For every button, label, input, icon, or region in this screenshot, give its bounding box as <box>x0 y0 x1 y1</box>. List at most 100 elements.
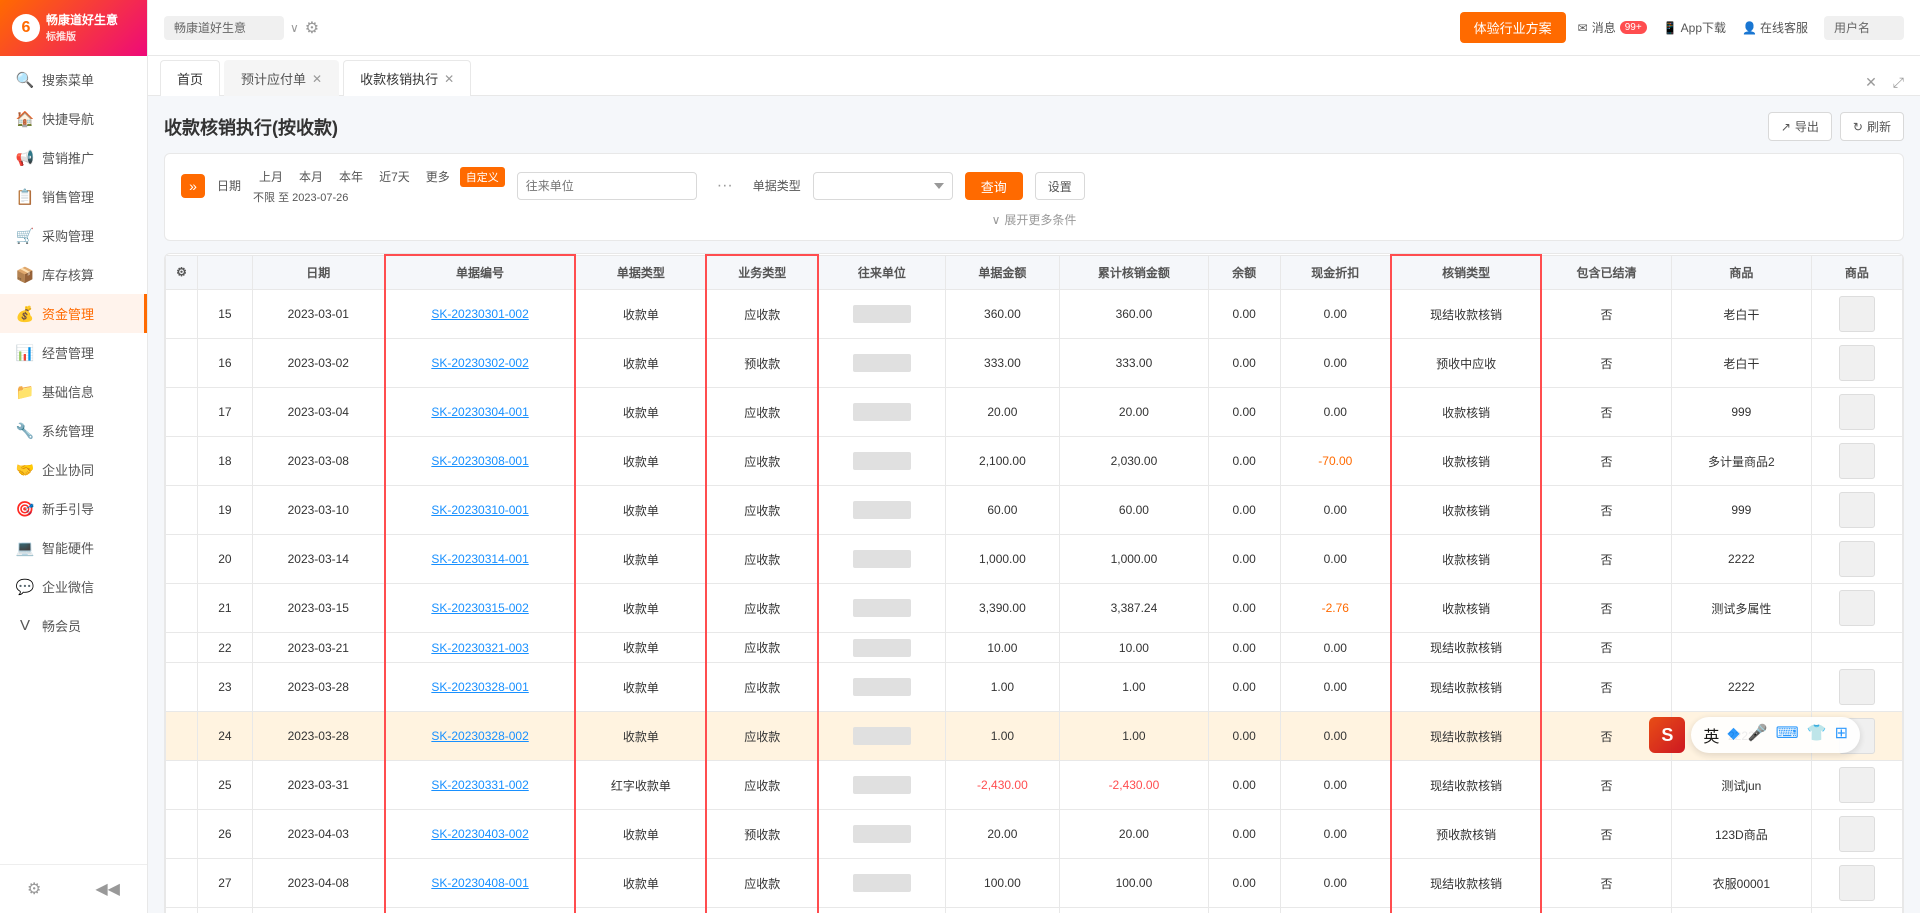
td-index: 28 <box>198 908 253 913</box>
sidebar-item-inventory[interactable]: 📦库存核算 <box>0 255 147 294</box>
watermark-icon-shirt[interactable]: 👕 <box>1807 723 1827 747</box>
sidebar-item-purchase[interactable]: 🛒采购管理 <box>0 216 147 255</box>
watermark-icon-keyboard[interactable]: ⌨ <box>1776 723 1799 747</box>
sidebar-item-member[interactable]: V畅会员 <box>0 606 147 645</box>
filter-voucher-type-select[interactable] <box>813 172 953 200</box>
watermark-icon-ying[interactable]: 英 <box>1703 723 1719 747</box>
tab-prepay-close-icon[interactable]: ✕ <box>312 72 322 86</box>
filter-date-more[interactable]: 更多 <box>420 166 456 187</box>
td-balance: 0.00 <box>1208 663 1280 712</box>
tab-expand-icon[interactable]: ⤢ <box>1889 70 1908 95</box>
filter-date-custom[interactable]: 自定义 <box>460 167 505 187</box>
app-logo: 6 畅康道好生意 标推版 <box>0 0 147 56</box>
sidebar-item-guide[interactable]: 🎯新手引导 <box>0 489 147 528</box>
doc-no-link[interactable]: SK-20230314-001 <box>431 552 528 566</box>
td-doc-type: 收款单 <box>575 908 706 913</box>
td-partner: ████ <box>818 712 945 761</box>
filter-setting-button[interactable]: 设置 <box>1035 172 1085 200</box>
filter-date-this-year[interactable]: 本年 <box>333 166 369 187</box>
sidebar-icon-finance: 💰 <box>16 305 34 323</box>
watermark-icon-mic[interactable]: 🎤 <box>1748 723 1768 747</box>
sidebar-item-finance[interactable]: 💰资金管理 <box>0 294 147 333</box>
column-settings-icon[interactable]: ⚙ <box>176 265 187 279</box>
filter-dots[interactable]: ··· <box>717 177 733 195</box>
doc-no-link[interactable]: SK-20230408-001 <box>431 876 528 890</box>
sidebar-item-enterprise[interactable]: 🤝企业协同 <box>0 450 147 489</box>
tab-current-close-icon[interactable]: ✕ <box>444 72 454 86</box>
td-index: 22 <box>198 633 253 663</box>
sidebar-item-wechat[interactable]: 💬企业微信 <box>0 567 147 606</box>
topbar-settings-icon[interactable]: ⚙ <box>305 18 319 38</box>
td-doc-type: 收款单 <box>575 437 706 486</box>
filter-date-this-month[interactable]: 本月 <box>293 166 329 187</box>
sidebar-item-search[interactable]: 🔍搜索菜单 <box>0 60 147 99</box>
filter-date-last-month[interactable]: 上月 <box>253 166 289 187</box>
td-amount: 1.00 <box>945 712 1060 761</box>
tab-prepay[interactable]: 预计应付单 ✕ <box>224 60 339 96</box>
td-include-settled: 否 <box>1541 633 1671 663</box>
sidebar-item-quick-nav[interactable]: 🏠快捷导航 <box>0 99 147 138</box>
doc-no-link[interactable]: SK-20230302-002 <box>431 356 528 370</box>
topbar-user[interactable]: 用户名 <box>1824 16 1904 40</box>
sidebar-item-hardware[interactable]: 💻智能硬件 <box>0 528 147 567</box>
tab-current[interactable]: 收款核销执行 ✕ <box>343 60 471 96</box>
partner-masked: ████ <box>853 678 911 696</box>
topbar-message[interactable]: ✉ 消息 99+ <box>1578 19 1647 36</box>
td-write-off-amount: 60.00 <box>1060 486 1209 535</box>
settings-bottom-icon[interactable]: ⚙ <box>21 873 47 905</box>
td-settings <box>166 859 198 908</box>
industry-solution-button[interactable]: 体验行业方案 <box>1460 12 1566 43</box>
export-button[interactable]: ↗ 导出 <box>1768 112 1832 141</box>
sidebar-icon-purchase: 🛒 <box>16 227 34 245</box>
td-write-off-amount: 3,387.24 <box>1060 584 1209 633</box>
tab-receipt-write-off[interactable]: 首页 <box>160 60 220 96</box>
th-doc-no: 单据编号 <box>385 255 576 290</box>
th-settings[interactable]: ⚙ <box>166 255 198 290</box>
page-title: 收款核销执行(按收款) <box>164 114 338 140</box>
doc-no-link[interactable]: SK-20230304-001 <box>431 405 528 419</box>
td-biz-type: 应收款 <box>706 712 818 761</box>
td-product-img <box>1811 290 1902 339</box>
td-write-off-amount: 1.00 <box>1060 712 1209 761</box>
td-product: 老白干 <box>1671 339 1811 388</box>
watermark-icon-grid[interactable]: ⊞ <box>1835 723 1848 747</box>
sidebar-item-system[interactable]: 🔧系统管理 <box>0 411 147 450</box>
doc-no-link[interactable]: SK-20230403-002 <box>431 827 528 841</box>
td-product-img <box>1811 633 1902 663</box>
sidebar-item-operation[interactable]: 📊经营管理 <box>0 333 147 372</box>
partner-masked: ████ <box>853 403 911 421</box>
filter-partner-input[interactable] <box>517 172 697 200</box>
td-product <box>1671 633 1811 663</box>
doc-no-link[interactable]: SK-20230310-001 <box>431 503 528 517</box>
td-biz-type: 应收款 <box>706 859 818 908</box>
sidebar-item-basic[interactable]: 📁基础信息 <box>0 372 147 411</box>
sidebar-item-marketing[interactable]: 📢营销推广 <box>0 138 147 177</box>
sidebar-item-sales[interactable]: 📋销售管理 <box>0 177 147 216</box>
doc-no-link[interactable]: SK-20230315-002 <box>431 601 528 615</box>
query-button[interactable]: 查询 <box>965 172 1023 200</box>
filter-expand-button[interactable]: » <box>181 174 205 198</box>
product-image <box>1839 394 1875 430</box>
refresh-button[interactable]: ↻ 刷新 <box>1840 112 1904 141</box>
filter-expand-row[interactable]: ∨ 展开更多条件 <box>181 211 1887 228</box>
doc-no-link[interactable]: SK-20230321-003 <box>431 641 528 655</box>
collapse-icon[interactable]: ◀◀ <box>89 873 126 905</box>
sidebar-label-basic: 基础信息 <box>42 382 94 401</box>
doc-no-link[interactable]: SK-20230331-002 <box>431 778 528 792</box>
app-download-link[interactable]: 📱 App下载 <box>1663 19 1726 36</box>
partner-masked: ████ <box>853 776 911 794</box>
doc-no-link[interactable]: SK-20230328-001 <box>431 680 528 694</box>
doc-no-link[interactable]: SK-20230308-001 <box>431 454 528 468</box>
td-include-settled: 否 <box>1541 761 1671 810</box>
online-service-link[interactable]: 👤 在线客服 <box>1742 19 1808 36</box>
td-doc-type: 收款单 <box>575 535 706 584</box>
td-index: 25 <box>198 761 253 810</box>
tab-close-all-icon[interactable]: ✕ <box>1861 70 1881 95</box>
doc-no-link[interactable]: SK-20230328-002 <box>431 729 528 743</box>
td-index: 19 <box>198 486 253 535</box>
doc-no-link[interactable]: SK-20230301-002 <box>431 307 528 321</box>
filter-date-7days[interactable]: 近7天 <box>373 166 416 187</box>
td-include-settled: 否 <box>1541 535 1671 584</box>
topbar-breadcrumb: 畅康道好生意 ∨ ⚙ <box>164 16 1448 40</box>
watermark-icon-diamond[interactable]: ◆ <box>1727 723 1739 747</box>
